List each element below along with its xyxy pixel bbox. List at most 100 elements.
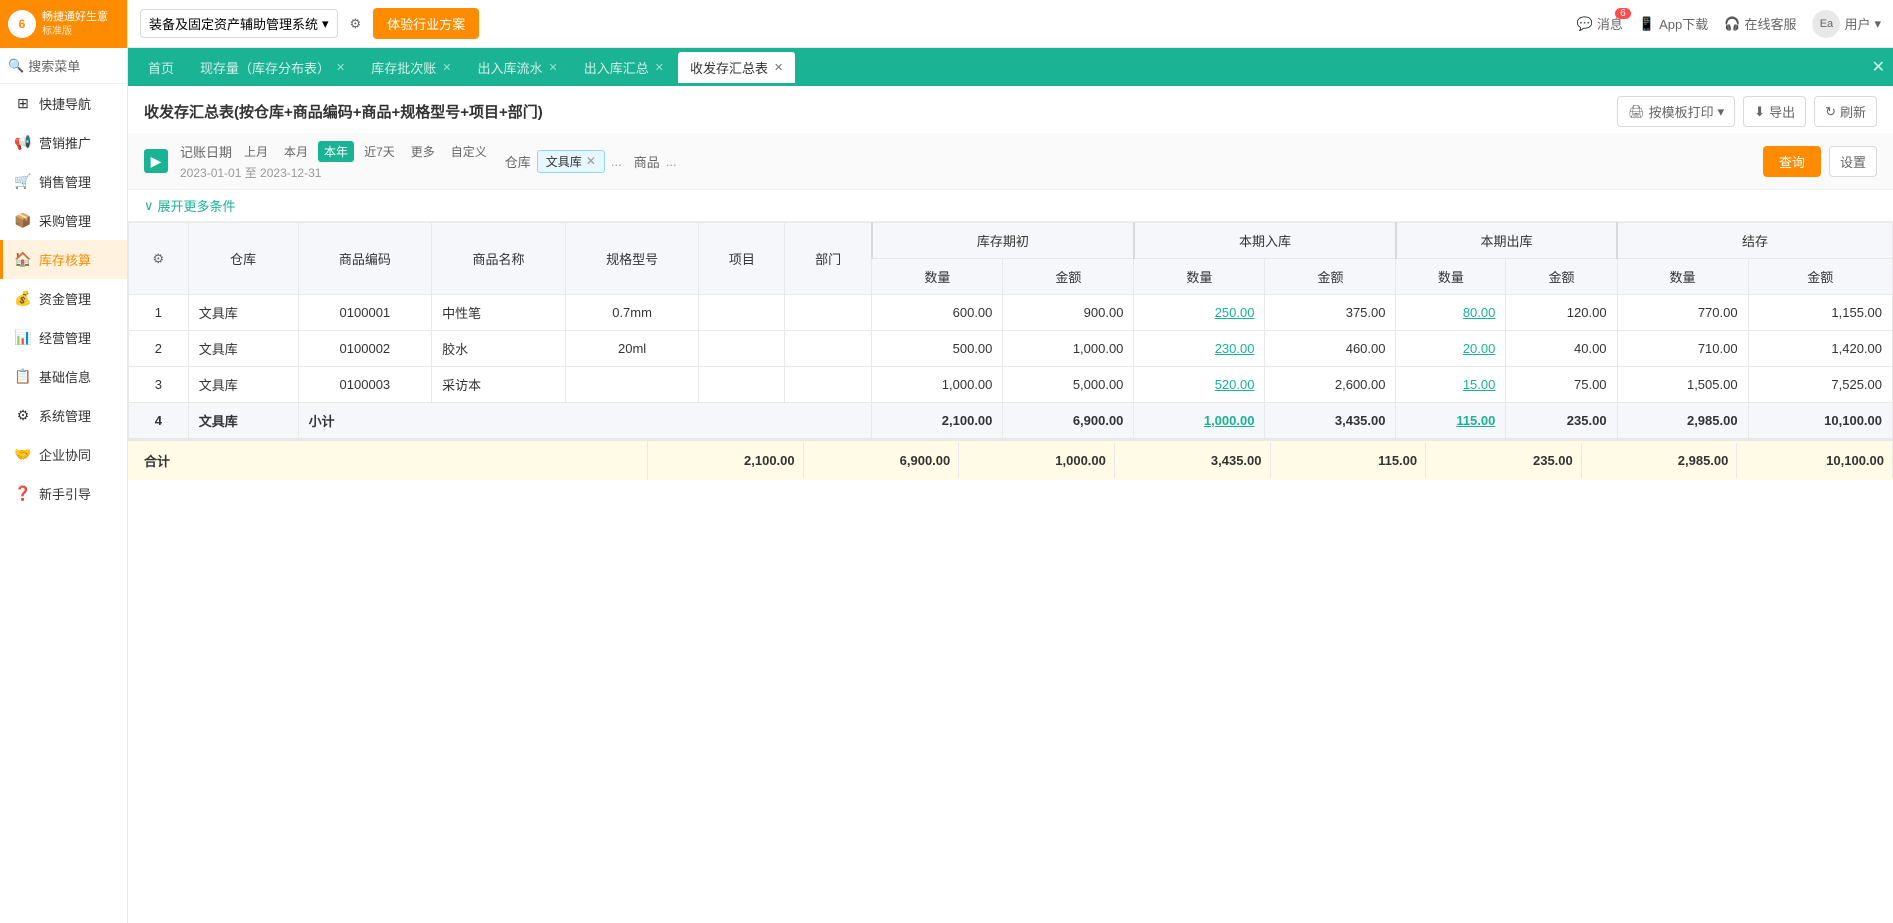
sidebar-item-sales[interactable]: 🛒 销售管理 bbox=[0, 162, 127, 201]
print-btn[interactable]: 🖨 按模板打印 ▾ bbox=[1617, 96, 1735, 127]
warehouse-tag[interactable]: 文具库 ✕ bbox=[537, 150, 605, 173]
query-btn[interactable]: 查询 bbox=[1763, 146, 1821, 177]
th-opening-amt: 金额 bbox=[1003, 259, 1134, 295]
online-service-action[interactable]: 🎧 在线客服 bbox=[1724, 14, 1796, 33]
phone-icon: 📱 bbox=[1639, 16, 1655, 32]
cell-out-qty[interactable]: 80.00 bbox=[1396, 295, 1506, 331]
cell-out-qty[interactable]: 20.00 bbox=[1396, 331, 1506, 367]
date-shortcut-7days[interactable]: 近7天 bbox=[358, 141, 401, 162]
sidebar-item-label: 快捷导航 bbox=[39, 94, 91, 113]
th-goods-name: 商品名称 bbox=[432, 223, 566, 295]
th-dept: 部门 bbox=[785, 223, 872, 295]
cell-in-qty[interactable]: 1,000.00 bbox=[1134, 403, 1265, 439]
inventory-icon: 🏠 bbox=[15, 252, 31, 268]
sidebar-item-basic[interactable]: 📋 基础信息 bbox=[0, 357, 127, 396]
cell-out-amt: 120.00 bbox=[1506, 295, 1617, 331]
filter-date-group: 记账日期 上月 本月 本年 近7天 更多 自定义 2023-01-01 至 20… bbox=[180, 141, 493, 181]
sidebar-search[interactable]: 🔍 搜索菜单 bbox=[0, 48, 127, 84]
setting-btn[interactable]: 设置 bbox=[1829, 146, 1877, 177]
cell-in-amt: 2,600.00 bbox=[1265, 367, 1396, 403]
main-area: 装备及固定资产辅助管理系统 ▾ ⚙ 体验行业方案 💬 消息 6 📱 App下载 … bbox=[128, 0, 1893, 923]
sidebar-header: 6 畅捷通好生意 标准版 bbox=[0, 0, 127, 48]
tab-close-icon[interactable]: ✕ bbox=[442, 61, 451, 74]
th-out-amt: 金额 bbox=[1506, 259, 1617, 295]
quick-nav-icon: ⊞ bbox=[15, 96, 31, 112]
th-out-group: 本期出库 bbox=[1396, 223, 1617, 259]
th-settings[interactable]: ⚙ bbox=[129, 223, 189, 295]
footer-total-label: 合计 bbox=[128, 441, 648, 480]
warehouse-tag-close[interactable]: ✕ bbox=[586, 154, 596, 168]
goods-more[interactable]: ... bbox=[666, 154, 677, 169]
cell-goods-name: 采访本 bbox=[432, 367, 566, 403]
th-goods-code: 商品编码 bbox=[298, 223, 432, 295]
date-shortcut-last-month[interactable]: 上月 bbox=[238, 141, 274, 162]
table-body: 1 文具库 0100001 中性笔 0.7mm 600.00 900.00 25… bbox=[129, 295, 1893, 439]
message-badge: 6 bbox=[1615, 8, 1631, 19]
tab-in-out-summary[interactable]: 出入库汇总 ✕ bbox=[572, 52, 676, 83]
cell-warehouse: 文具库 bbox=[188, 295, 298, 331]
app-download-action[interactable]: 📱 App下载 bbox=[1639, 14, 1708, 33]
cell-out-qty[interactable]: 15.00 bbox=[1396, 367, 1506, 403]
user-action[interactable]: Ea 用户 ▾ bbox=[1812, 10, 1881, 38]
footer-out-amt: 235.00 bbox=[1426, 443, 1582, 478]
date-shortcut-custom[interactable]: 自定义 bbox=[445, 141, 493, 162]
tab-stock-dist[interactable]: 现存量（库存分布表） ✕ bbox=[188, 52, 357, 83]
tab-close-icon[interactable]: ✕ bbox=[774, 61, 783, 74]
data-table-wrapper: ⚙ 仓库 商品编码 商品名称 规格型号 项目 部门 库存期初 本期入库 本期出库… bbox=[128, 222, 1893, 439]
cell-subtotal-label: 小计 bbox=[298, 403, 872, 439]
sidebar-item-label: 库存核算 bbox=[39, 250, 91, 269]
date-shortcut-this-month[interactable]: 本月 bbox=[278, 141, 314, 162]
cell-close-amt: 1,420.00 bbox=[1748, 331, 1892, 367]
tab-batch[interactable]: 库存批次账 ✕ bbox=[359, 52, 463, 83]
chevron-down-icon: ▾ bbox=[1718, 104, 1725, 120]
cell-close-qty: 770.00 bbox=[1617, 295, 1748, 331]
operation-icon: 📊 bbox=[15, 330, 31, 346]
sidebar-item-inventory[interactable]: 🏠 库存核算 bbox=[0, 240, 127, 279]
warehouse-more[interactable]: ... bbox=[611, 154, 622, 169]
footer-in-qty: 1,000.00 bbox=[959, 443, 1115, 478]
sidebar-item-quick-nav[interactable]: ⊞ 快捷导航 bbox=[0, 84, 127, 123]
filter-toggle-btn[interactable]: ▶ bbox=[144, 149, 168, 173]
refresh-btn[interactable]: ↻ 刷新 bbox=[1814, 96, 1877, 127]
cell-in-amt: 460.00 bbox=[1265, 331, 1396, 367]
search-icon: 🔍 bbox=[8, 58, 24, 74]
sidebar-item-enterprise[interactable]: 🤝 企业协同 bbox=[0, 435, 127, 474]
cell-in-amt: 3,435.00 bbox=[1265, 403, 1396, 439]
tab-close-icon[interactable]: ✕ bbox=[336, 61, 345, 74]
cell-out-qty[interactable]: 115.00 bbox=[1396, 403, 1506, 439]
table-subtotal-row: 4 文具库 小计 2,100.00 6,900.00 1,000.00 3,43… bbox=[129, 403, 1893, 439]
sidebar-item-marketing[interactable]: 📢 营销推广 bbox=[0, 123, 127, 162]
sidebar-item-purchase[interactable]: 📦 采购管理 bbox=[0, 201, 127, 240]
system-selector[interactable]: 装备及固定资产辅助管理系统 ▾ bbox=[140, 9, 338, 38]
cell-in-amt: 375.00 bbox=[1265, 295, 1396, 331]
experience-btn[interactable]: 体验行业方案 bbox=[373, 8, 479, 39]
expand-conditions-btn[interactable]: ∨ 展开更多条件 bbox=[144, 196, 236, 215]
tab-recv-send[interactable]: 收发存汇总表 ✕ bbox=[678, 52, 795, 83]
tab-close-icon[interactable]: ✕ bbox=[655, 61, 664, 74]
tab-home[interactable]: 首页 bbox=[136, 52, 186, 83]
cell-dept bbox=[785, 367, 872, 403]
sidebar-item-finance[interactable]: 💰 资金管理 bbox=[0, 279, 127, 318]
sidebar-item-label: 销售管理 bbox=[39, 172, 91, 191]
cell-goods-spec: 20ml bbox=[565, 331, 699, 367]
date-shortcut-this-year[interactable]: 本年 bbox=[318, 141, 354, 162]
date-shortcut-more[interactable]: 更多 bbox=[405, 141, 441, 162]
sidebar-item-system[interactable]: ⚙ 系统管理 bbox=[0, 396, 127, 435]
sidebar-item-operation[interactable]: 📊 经营管理 bbox=[0, 318, 127, 357]
gear-icon[interactable]: ⚙ bbox=[350, 16, 362, 32]
cell-project bbox=[699, 295, 785, 331]
export-btn[interactable]: ⬇ 导出 bbox=[1743, 96, 1806, 127]
cell-in-qty[interactable]: 250.00 bbox=[1134, 295, 1265, 331]
cell-in-qty[interactable]: 230.00 bbox=[1134, 331, 1265, 367]
sidebar-item-label: 企业协同 bbox=[39, 445, 91, 464]
column-settings-icon[interactable]: ⚙ bbox=[153, 251, 165, 266]
tab-close-icon[interactable]: ✕ bbox=[549, 61, 558, 74]
close-all-tabs-icon[interactable]: ✕ bbox=[1872, 57, 1885, 77]
goods-filter-label: 商品 bbox=[634, 152, 660, 171]
message-action[interactable]: 💬 消息 6 bbox=[1577, 14, 1623, 33]
sidebar-title: 畅捷通好生意 标准版 bbox=[42, 10, 108, 37]
sidebar-item-guide[interactable]: ❓ 新手引导 bbox=[0, 474, 127, 513]
tab-in-out-flow[interactable]: 出入库流水 ✕ bbox=[465, 52, 569, 83]
cell-in-qty[interactable]: 520.00 bbox=[1134, 367, 1265, 403]
cell-goods-name: 中性笔 bbox=[432, 295, 566, 331]
